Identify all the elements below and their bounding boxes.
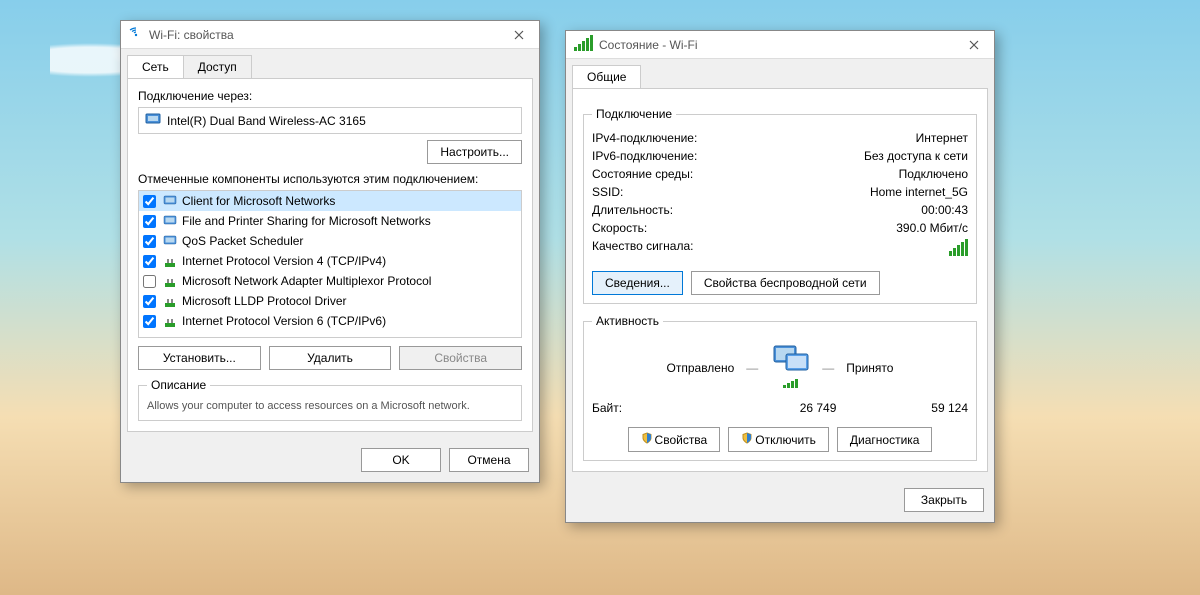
- network-monitor-icon: [162, 233, 178, 249]
- component-label: Microsoft Network Adapter Multiplexor Pr…: [182, 274, 431, 288]
- component-checkbox[interactable]: [143, 275, 156, 288]
- component-label: Microsoft LLDP Protocol Driver: [182, 294, 347, 308]
- close-dialog-button[interactable]: Закрыть: [904, 488, 984, 512]
- tabs: Общие: [566, 59, 994, 88]
- duration-value: 00:00:43: [921, 203, 968, 217]
- component-label: Client for Microsoft Networks: [182, 194, 335, 208]
- ssid-value: Home internet_5G: [870, 185, 968, 199]
- tabs: Сеть Доступ: [121, 49, 539, 78]
- bytes-recv-value: 59 124: [836, 401, 968, 415]
- tab-sharing[interactable]: Доступ: [183, 55, 252, 78]
- component-label: File and Printer Sharing for Microsoft N…: [182, 214, 431, 228]
- media-state-value: Подключено: [899, 167, 968, 181]
- wifi-status-window: Состояние - Wi-Fi Общие Подключение IPv4…: [565, 30, 995, 523]
- configure-button[interactable]: Настроить...: [427, 140, 522, 164]
- details-button[interactable]: Сведения...: [592, 271, 683, 295]
- bytes-label: Байт:: [592, 401, 724, 415]
- components-listbox[interactable]: Client for Microsoft Networks File and Pr…: [138, 190, 522, 338]
- activity-legend: Активность: [592, 314, 663, 328]
- activity-group: Активность Отправлено — — Принято Байт: …: [583, 314, 977, 461]
- close-button[interactable]: [962, 35, 986, 55]
- sent-label: Отправлено: [667, 361, 735, 375]
- window-title: Wi-Fi: свойства: [149, 28, 507, 42]
- list-item[interactable]: Microsoft LLDP Protocol Driver: [139, 291, 521, 311]
- ipv6-value: Без доступа к сети: [864, 149, 968, 163]
- signal-quality-label: Качество сигнала:: [592, 239, 949, 259]
- dialog-buttons: OK Отмена: [121, 438, 539, 482]
- monitor-icon: [770, 344, 810, 391]
- disable-button[interactable]: Отключить: [728, 427, 829, 452]
- received-label: Принято: [846, 361, 893, 375]
- activity-visualization: Отправлено — — Принято: [592, 344, 968, 391]
- component-label: QoS Packet Scheduler: [182, 234, 303, 248]
- adapter-name: Intel(R) Dual Band Wireless-AC 3165: [167, 114, 366, 128]
- network-monitor-icon: [162, 193, 178, 209]
- component-checkbox[interactable]: [143, 195, 156, 208]
- speed-label: Скорость:: [592, 221, 896, 235]
- shield-icon: [641, 432, 653, 444]
- components-label: Отмеченные компоненты используются этим …: [138, 172, 522, 186]
- protocol-icon: [162, 273, 178, 289]
- ssid-label: SSID:: [592, 185, 870, 199]
- tab-network[interactable]: Сеть: [127, 55, 184, 78]
- protocol-icon: [162, 253, 178, 269]
- wifi-properties-window: Wi-Fi: свойства Сеть Доступ Подключение …: [120, 20, 540, 483]
- window-title: Состояние - Wi-Fi: [599, 38, 962, 52]
- component-label: Internet Protocol Version 4 (TCP/IPv4): [182, 254, 386, 268]
- dialog-buttons: Закрыть: [566, 478, 994, 522]
- properties-button[interactable]: Свойства: [628, 427, 721, 452]
- close-button[interactable]: [507, 25, 531, 45]
- list-item[interactable]: Internet Protocol Version 6 (TCP/IPv6): [139, 311, 521, 331]
- network-adapter-icon: [145, 112, 167, 129]
- diagnose-button[interactable]: Диагностика: [837, 427, 933, 452]
- titlebar: Wi-Fi: свойства: [121, 21, 539, 49]
- install-button[interactable]: Установить...: [138, 346, 261, 370]
- tab-panel: Подключение IPv4-подключение:Интернет IP…: [572, 88, 988, 472]
- media-state-label: Состояние среды:: [592, 167, 899, 181]
- titlebar: Состояние - Wi-Fi: [566, 31, 994, 59]
- protocol-icon: [162, 293, 178, 309]
- uninstall-button[interactable]: Удалить: [269, 346, 392, 370]
- component-checkbox[interactable]: [143, 295, 156, 308]
- description-group: Описание Allows your computer to access …: [138, 378, 522, 421]
- list-item[interactable]: QoS Packet Scheduler: [139, 231, 521, 251]
- signal-quality-icon: [949, 239, 968, 259]
- component-label: Internet Protocol Version 6 (TCP/IPv6): [182, 314, 386, 328]
- shield-icon: [741, 432, 753, 444]
- ipv4-label: IPv4-подключение:: [592, 131, 916, 145]
- connection-group: Подключение IPv4-подключение:Интернет IP…: [583, 107, 977, 304]
- component-checkbox[interactable]: [143, 315, 156, 328]
- connect-via-label: Подключение через:: [138, 89, 522, 103]
- adapter-box[interactable]: Intel(R) Dual Band Wireless-AC 3165: [138, 107, 522, 134]
- properties-button[interactable]: Свойства: [399, 346, 522, 370]
- list-item[interactable]: File and Printer Sharing for Microsoft N…: [139, 211, 521, 231]
- ipv4-value: Интернет: [916, 131, 968, 145]
- component-checkbox[interactable]: [143, 235, 156, 248]
- wireless-properties-button[interactable]: Свойства беспроводной сети: [691, 271, 880, 295]
- duration-label: Длительность:: [592, 203, 921, 217]
- bytes-sent-value: 26 749: [724, 401, 837, 415]
- speed-value: 390.0 Мбит/с: [896, 221, 968, 235]
- component-checkbox[interactable]: [143, 255, 156, 268]
- ok-button[interactable]: OK: [361, 448, 441, 472]
- list-item[interactable]: Client for Microsoft Networks: [139, 191, 521, 211]
- ipv6-label: IPv6-подключение:: [592, 149, 864, 163]
- description-legend: Описание: [147, 378, 210, 392]
- list-item[interactable]: Microsoft Network Adapter Multiplexor Pr…: [139, 271, 521, 291]
- network-monitor-icon: [162, 213, 178, 229]
- protocol-icon: [162, 313, 178, 329]
- list-item[interactable]: Internet Protocol Version 4 (TCP/IPv4): [139, 251, 521, 271]
- signal-icon: [574, 35, 593, 54]
- description-text: Allows your computer to access resources…: [147, 400, 513, 412]
- wifi-icon: [129, 26, 143, 43]
- tab-general[interactable]: Общие: [572, 65, 641, 88]
- connection-legend: Подключение: [592, 107, 676, 121]
- cancel-button[interactable]: Отмена: [449, 448, 529, 472]
- component-checkbox[interactable]: [143, 215, 156, 228]
- tab-panel: Подключение через: Intel(R) Dual Band Wi…: [127, 78, 533, 432]
